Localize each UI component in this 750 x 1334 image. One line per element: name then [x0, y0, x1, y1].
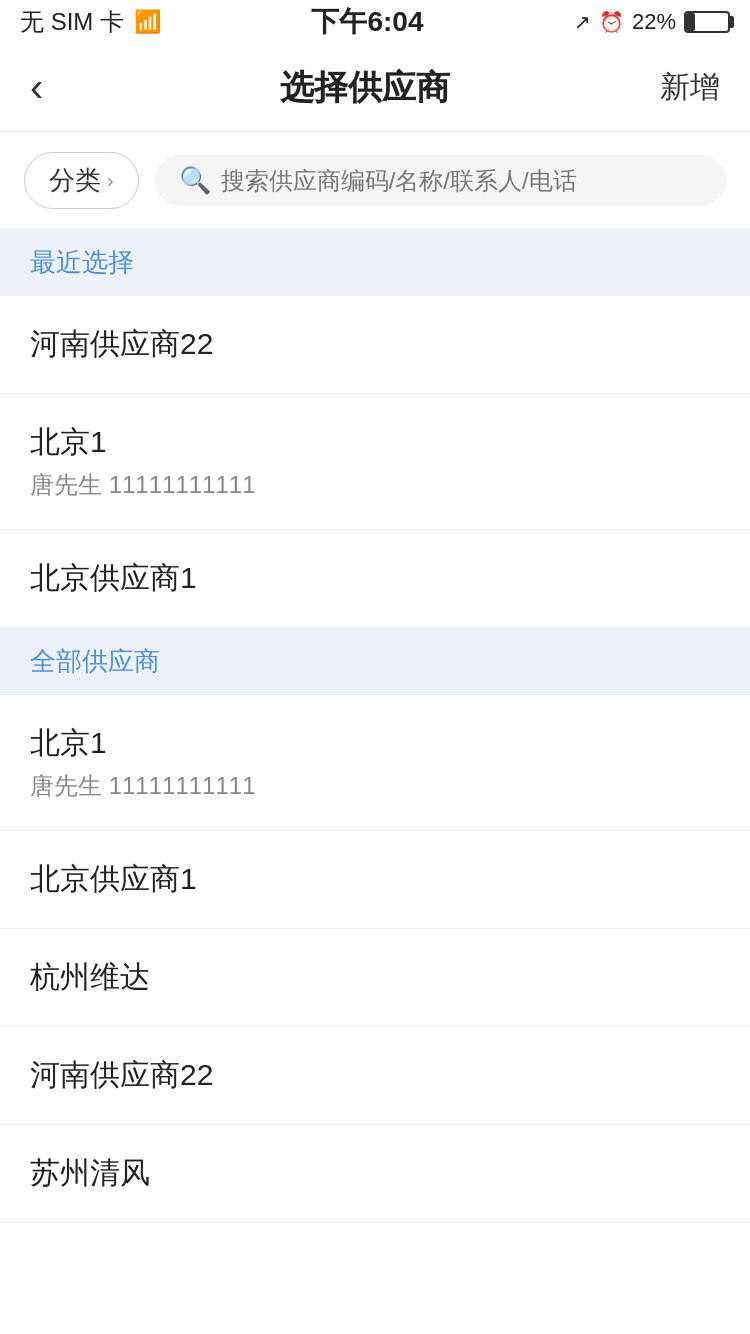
- status-right: ↗ ⏰ 22%: [574, 9, 730, 35]
- recent-section-header: 最近选择: [0, 229, 750, 296]
- page-title: 选择供应商: [280, 65, 450, 111]
- search-input[interactable]: [221, 167, 702, 195]
- item-name: 杭州维达: [30, 957, 720, 998]
- item-name: 苏州清风: [30, 1153, 720, 1194]
- list-item[interactable]: 北京1 唐先生 11111111111: [0, 695, 750, 831]
- item-name: 北京供应商1: [30, 859, 720, 900]
- list-item[interactable]: 北京1 唐先生 11111111111: [0, 394, 750, 530]
- no-sim-text: 无 SIM 卡: [20, 6, 124, 38]
- list-item[interactable]: 河南供应商22: [0, 1027, 750, 1125]
- list-item[interactable]: 北京供应商1: [0, 530, 750, 628]
- recent-items-list: 河南供应商22 北京1 唐先生 11111111111 北京供应商1: [0, 296, 750, 628]
- wifi-icon: 📶: [134, 9, 161, 35]
- add-button[interactable]: 新增: [640, 67, 720, 108]
- item-name: 河南供应商22: [30, 1055, 720, 1096]
- back-button[interactable]: ‹: [30, 65, 90, 110]
- item-name: 河南供应商22: [30, 324, 720, 365]
- status-left: 无 SIM 卡 📶: [20, 6, 161, 38]
- filter-bar: 分类 › 🔍: [0, 132, 750, 229]
- status-time: 下午6:04: [311, 3, 423, 41]
- list-item[interactable]: 河南供应商22: [0, 296, 750, 394]
- status-bar: 无 SIM 卡 📶 下午6:04 ↗ ⏰ 22%: [0, 0, 750, 44]
- list-item[interactable]: 苏州清风: [0, 1125, 750, 1223]
- alarm-icon: ⏰: [599, 10, 624, 34]
- search-box: 🔍: [155, 155, 726, 206]
- item-name: 北京供应商1: [30, 558, 720, 599]
- category-button[interactable]: 分类 ›: [24, 152, 139, 209]
- list-item[interactable]: 北京供应商1: [0, 831, 750, 929]
- battery-icon: [684, 11, 730, 33]
- item-name: 北京1: [30, 422, 720, 463]
- item-sub: 唐先生 11111111111: [30, 770, 720, 802]
- chevron-right-icon: ›: [107, 169, 114, 192]
- nav-bar: ‹ 选择供应商 新增: [0, 44, 750, 132]
- all-items-list: 北京1 唐先生 11111111111 北京供应商1 杭州维达河南供应商22 苏州清…: [0, 695, 750, 1223]
- location-icon: ↗: [574, 10, 591, 34]
- category-label: 分类: [49, 163, 101, 198]
- all-section-header: 全部供应商: [0, 628, 750, 695]
- item-name: 北京1: [30, 723, 720, 764]
- search-icon: 🔍: [179, 165, 211, 196]
- item-sub: 唐先生 11111111111: [30, 469, 720, 501]
- list-item[interactable]: 杭州维达: [0, 929, 750, 1027]
- battery-percent: 22%: [632, 9, 676, 35]
